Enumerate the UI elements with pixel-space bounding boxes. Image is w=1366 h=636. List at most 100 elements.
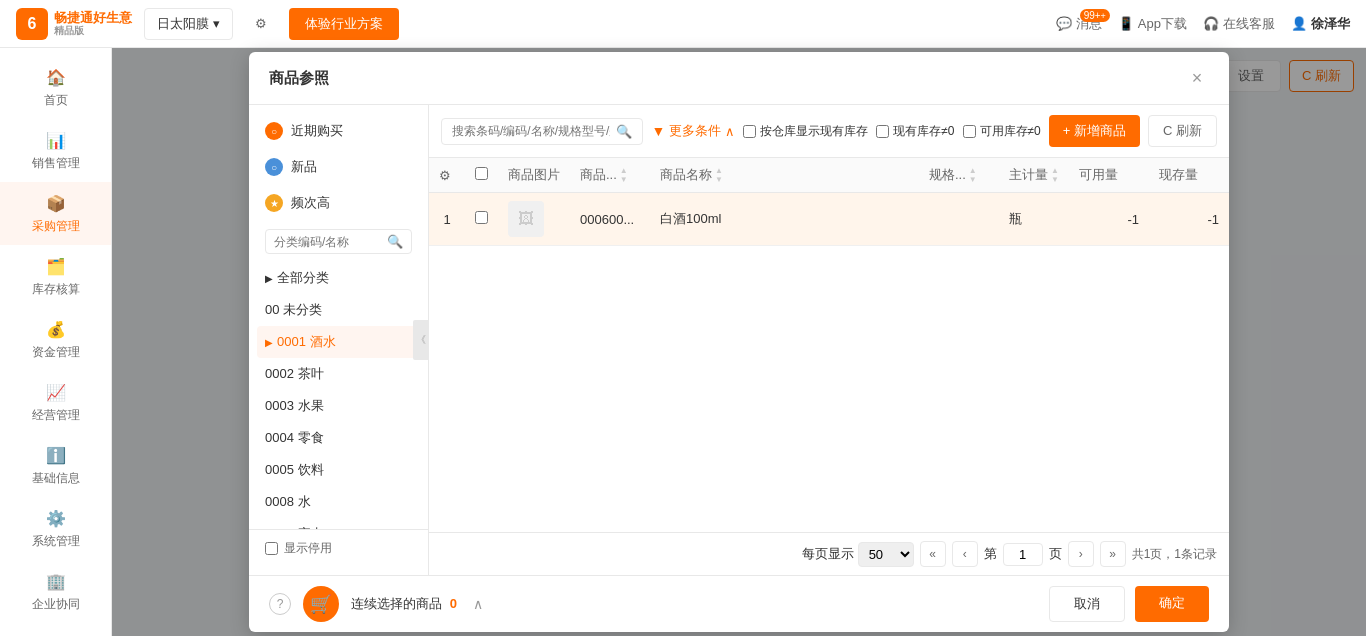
product-search-input[interactable] xyxy=(452,124,610,138)
category-alcohol[interactable]: ▶ 0001 酒水 xyxy=(257,326,420,358)
available-nonzero-label: 可用库存≠0 xyxy=(980,123,1041,140)
add-product-button[interactable]: + 新增商品 xyxy=(1049,115,1140,147)
sidebar-item-home[interactable]: 🏠 首页 xyxy=(0,56,111,119)
category-snacks[interactable]: 0004 零食 xyxy=(257,422,420,454)
page-number-input[interactable] xyxy=(1003,543,1043,566)
refresh-modal-button[interactable]: C 刷新 xyxy=(1148,115,1217,147)
last-page-button[interactable]: » xyxy=(1100,541,1126,567)
message-item[interactable]: 💬 消息 99++ xyxy=(1056,15,1102,33)
experience-button[interactable]: 体验行业方案 xyxy=(289,8,399,40)
chevron-down-icon: ▾ xyxy=(213,16,220,31)
app-download-item[interactable]: 📱 App下载 xyxy=(1118,15,1187,33)
checkbox-warehouse[interactable]: 按仓库显示现有库存 xyxy=(743,123,868,140)
sidebar-item-operations[interactable]: 📈 经营管理 xyxy=(0,371,111,434)
category-arrow-alcohol: ▶ xyxy=(265,337,273,348)
fold-button[interactable]: ∧ xyxy=(473,596,483,612)
next-page-button[interactable]: › xyxy=(1068,541,1094,567)
service-item[interactable]: 🎧 在线客服 xyxy=(1203,15,1275,33)
img-column-header: 商品图片 xyxy=(498,158,570,193)
logo: 6 畅捷通好生意 精品版 xyxy=(16,8,132,40)
enterprise-icon: 🏢 xyxy=(45,570,67,592)
first-page-button[interactable]: « xyxy=(920,541,946,567)
per-page-select[interactable]: 50 100 200 xyxy=(858,542,914,567)
warehouse-checkbox[interactable] xyxy=(743,125,756,138)
modal-toolbar: 🔍 ▼ 更多条件 ∧ 按仓库显示现有库存 xyxy=(429,105,1229,158)
stock-nonzero-checkbox[interactable] xyxy=(876,125,889,138)
warehouse-label: 按仓库显示现有库存 xyxy=(760,123,868,140)
settings-icon[interactable]: ⚙ xyxy=(245,8,277,40)
sidebar-item-sales[interactable]: 📊 销售管理 xyxy=(0,119,111,182)
confirm-button[interactable]: 确定 xyxy=(1135,586,1209,622)
table-row[interactable]: 1 🖼 xyxy=(429,193,1229,246)
available-nonzero-checkbox[interactable] xyxy=(963,125,976,138)
code-column-header[interactable]: 商品... ▲▼ xyxy=(570,158,650,193)
nav-freq-high[interactable]: ★ 频次高 xyxy=(249,185,428,221)
help-icon[interactable]: ? xyxy=(269,593,291,615)
show-disabled-area: 显示停用 xyxy=(249,529,428,567)
classify-search-input[interactable] xyxy=(274,235,383,249)
nav-new-product[interactable]: ○ 新品 xyxy=(249,149,428,185)
user-icon: 👤 xyxy=(1291,16,1307,31)
checkbox-stock-nonzero[interactable]: 现有库存≠0 xyxy=(876,123,954,140)
page-label: 第 xyxy=(984,545,997,563)
category-fruit[interactable]: 0003 水果 xyxy=(257,390,420,422)
category-label-alcohol: 0001 酒水 xyxy=(277,333,336,351)
table-header-row: ⚙ 商品图片 xyxy=(429,158,1229,193)
category-tea[interactable]: 0002 茶叶 xyxy=(257,358,420,390)
unit-column-header[interactable]: 主计量 ▲▼ xyxy=(999,158,1069,193)
prev-page-button[interactable]: ‹ xyxy=(952,541,978,567)
modal-body: 《 ○ 近期购买 ○ 新品 ★ 频次高 xyxy=(249,105,1229,575)
sidebar-label-home: 首页 xyxy=(44,92,68,109)
inventory-icon: 🗂️ xyxy=(45,255,67,277)
category-all[interactable]: ▶ 全部分类 xyxy=(257,262,420,294)
per-page-label: 每页显示 xyxy=(802,545,854,563)
show-disabled-checkbox[interactable] xyxy=(265,542,278,555)
message-badge: 99++ xyxy=(1080,9,1110,22)
row-unit: 瓶 xyxy=(999,193,1069,246)
select-count: 0 xyxy=(450,596,457,611)
sidebar-label-finance: 资金管理 xyxy=(32,344,80,361)
category-appliances[interactable]: 0010 家电 xyxy=(257,518,420,529)
gear-column-header[interactable]: ⚙ xyxy=(429,158,465,193)
select-all-checkbox[interactable] xyxy=(475,167,488,180)
row-checkbox[interactable] xyxy=(475,211,488,224)
category-water[interactable]: 0008 水 xyxy=(257,486,420,518)
sidebar-item-guide[interactable]: 🚀 新手引导 xyxy=(0,623,111,636)
sidebar-item-enterprise[interactable]: 🏢 企业协同 xyxy=(0,560,111,623)
cancel-button[interactable]: 取消 xyxy=(1049,586,1125,622)
search-icon[interactable]: 🔍 xyxy=(616,124,632,139)
main-layout: 🏠 首页 📊 销售管理 📦 采购管理 🗂️ 库存核算 💰 资金管理 📈 经营管理… xyxy=(0,48,1366,636)
product-table-wrap: ⚙ 商品图片 xyxy=(429,158,1229,532)
sidebar-item-inventory[interactable]: 🗂️ 库存核算 xyxy=(0,245,111,308)
modal-footer: ? 🛒 连续选择的商品 0 ∧ 取消 确定 xyxy=(249,575,1229,632)
sidebar-item-purchase[interactable]: 📦 采购管理 xyxy=(0,182,111,245)
category-unclassified[interactable]: 00 未分类 xyxy=(257,294,420,326)
product-table: ⚙ 商品图片 xyxy=(429,158,1229,246)
sidebar-item-basics[interactable]: ℹ️ 基础信息 xyxy=(0,434,111,497)
category-label-drinks: 0005 饮料 xyxy=(265,461,324,479)
row-check[interactable] xyxy=(465,193,498,246)
table-body: 1 🖼 xyxy=(429,193,1229,246)
nav-recent-buy[interactable]: ○ 近期购买 xyxy=(249,113,428,149)
filter-button[interactable]: ▼ 更多条件 ∧ xyxy=(651,122,735,140)
sidebar-label-operations: 经营管理 xyxy=(32,407,80,424)
sidebar-item-finance[interactable]: 💰 资金管理 xyxy=(0,308,111,371)
checkbox-available-nonzero[interactable]: 可用库存≠0 xyxy=(963,123,1041,140)
modal-right-panel: 🔍 ▼ 更多条件 ∧ 按仓库显示现有库存 xyxy=(429,105,1229,575)
new-product-icon: ○ xyxy=(265,158,283,176)
sidebar-label-system: 系统管理 xyxy=(32,533,80,550)
row-img: 🖼 xyxy=(498,193,570,246)
sidebar-label-basics: 基础信息 xyxy=(32,470,80,487)
category-drinks[interactable]: 0005 饮料 xyxy=(257,454,420,486)
modal-close-button[interactable]: × xyxy=(1185,66,1209,90)
user-item[interactable]: 👤 徐泽华 xyxy=(1291,15,1350,33)
name-column-header[interactable]: 商品名称 ▲▼ xyxy=(650,158,919,193)
cart-button[interactable]: 🛒 xyxy=(303,586,339,622)
sidebar-item-system[interactable]: ⚙️ 系统管理 xyxy=(0,497,111,560)
nav-dropdown[interactable]: 日太阳膜 ▾ xyxy=(144,8,233,40)
classify-search-icon[interactable]: 🔍 xyxy=(387,234,403,249)
spec-column-header[interactable]: 规格... ▲▼ xyxy=(919,158,999,193)
collapse-button[interactable]: 《 xyxy=(413,320,429,360)
phone-icon: 📱 xyxy=(1118,16,1134,31)
logo-text: 畅捷通好生意 精品版 xyxy=(54,10,132,38)
